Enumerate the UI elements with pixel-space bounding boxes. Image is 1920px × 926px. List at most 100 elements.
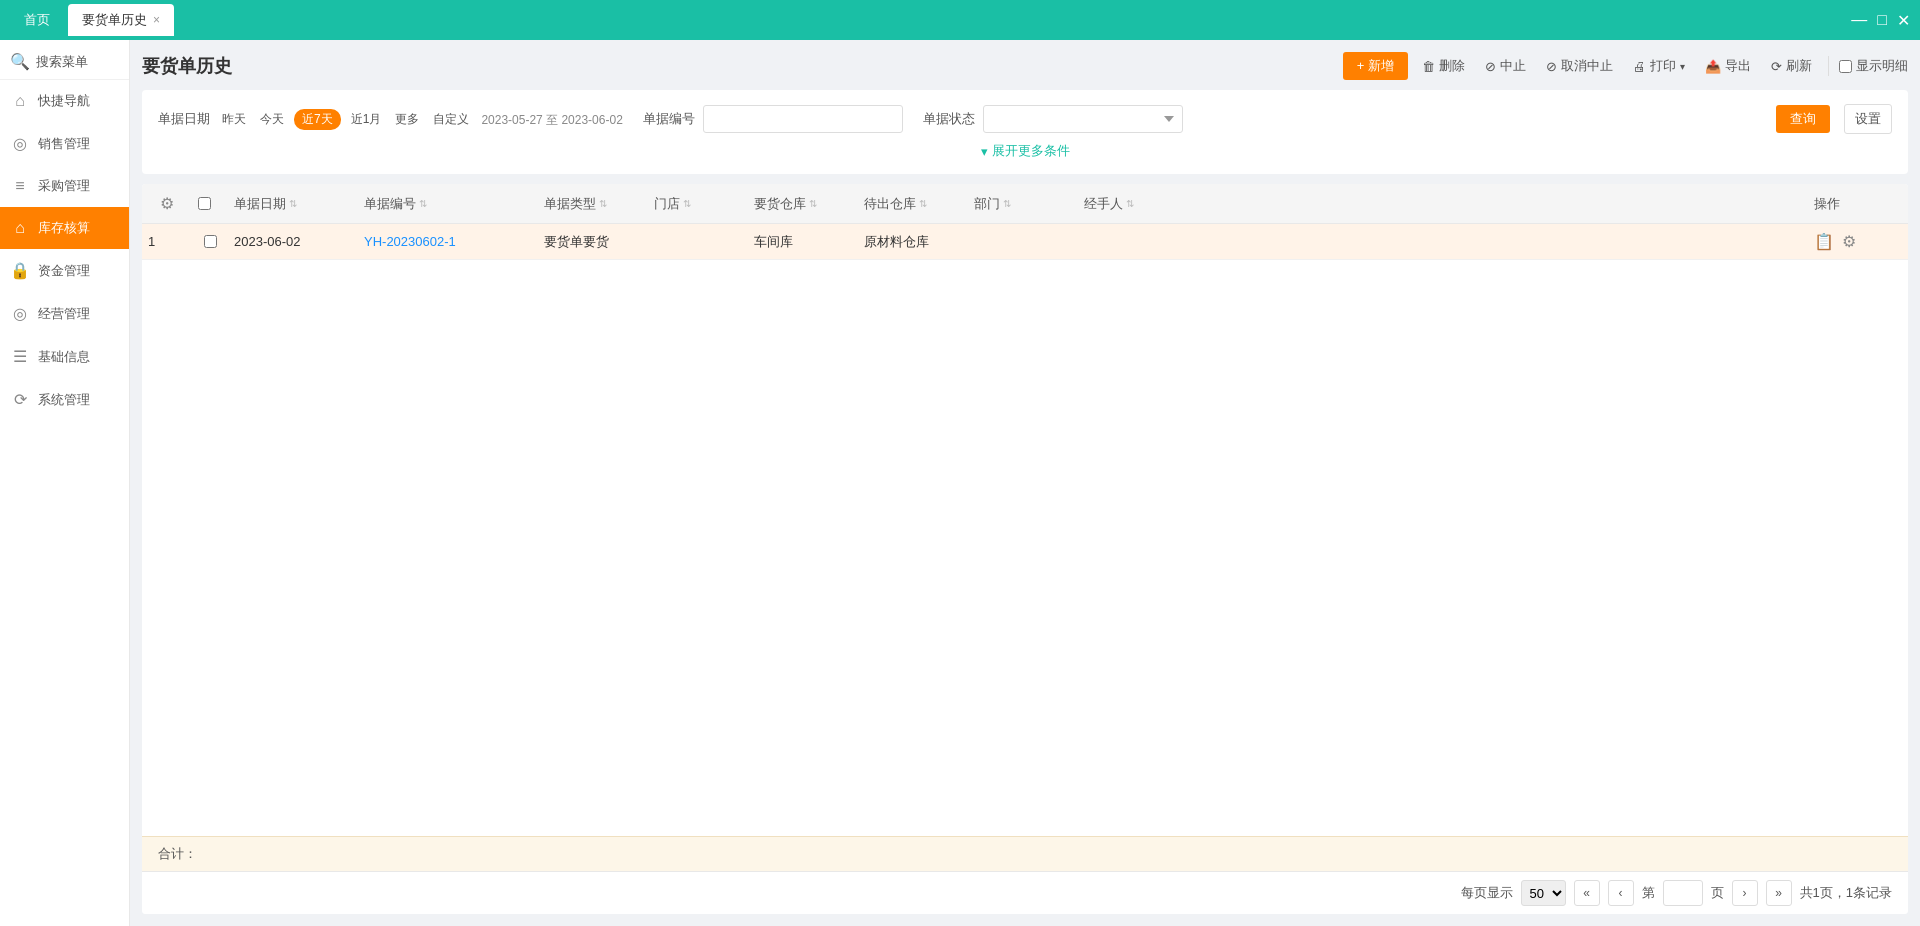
date-btn-1month[interactable]: 近1月 bbox=[347, 109, 386, 130]
th-pending-warehouse[interactable]: 待出仓库 ⇅ bbox=[858, 187, 968, 221]
sidebar-search-label: 搜索菜单 bbox=[36, 53, 88, 71]
more-icon[interactable]: ⚙ bbox=[1842, 232, 1856, 251]
system-icon: ⟳ bbox=[10, 390, 30, 409]
th-handler[interactable]: 经手人 ⇅ bbox=[1078, 187, 1198, 221]
date-btn-7days[interactable]: 近7天 bbox=[294, 109, 341, 130]
table-header: ⚙ 单据日期 ⇅ 单据编号 ⇅ 单据类型 ⇅ 门店 ⇅ bbox=[142, 184, 1908, 224]
page-unit-label: 页 bbox=[1711, 884, 1724, 902]
sidebar-search[interactable]: 🔍 搜索菜单 bbox=[0, 40, 129, 80]
summary-label: 合计： bbox=[158, 846, 197, 861]
td-action: 📋 ⚙ bbox=[1808, 226, 1908, 257]
sidebar-item-operation[interactable]: ◎ 经营管理 bbox=[0, 292, 129, 335]
sidebar-item-sales[interactable]: ◎ 销售管理 bbox=[0, 122, 129, 165]
first-page-btn[interactable]: « bbox=[1574, 880, 1600, 906]
th-empty bbox=[1198, 196, 1808, 212]
sort-icon: ⇅ bbox=[683, 198, 691, 209]
refresh-button[interactable]: ⟳ 刷新 bbox=[1765, 53, 1818, 79]
sidebar-item-label: 销售管理 bbox=[38, 135, 90, 153]
td-dept bbox=[968, 236, 1078, 248]
sidebar-item-label: 快捷导航 bbox=[38, 92, 90, 110]
table-panel: ⚙ 单据日期 ⇅ 单据编号 ⇅ 单据类型 ⇅ 门店 ⇅ bbox=[142, 184, 1908, 914]
status-select[interactable] bbox=[983, 105, 1183, 133]
show-detail-checkbox[interactable] bbox=[1839, 60, 1852, 73]
sidebar-item-label: 采购管理 bbox=[38, 177, 90, 195]
window-close-btn[interactable]: ✕ bbox=[1897, 11, 1910, 30]
date-range-display: 2023-05-27 至 2023-06-02 bbox=[481, 112, 622, 129]
sidebar: 🔍 搜索菜单 ⌂ 快捷导航 ◎ 销售管理 ≡ 采购管理 ⌂ 库存核算 🔒 资金管… bbox=[0, 40, 130, 926]
prev-page-btn[interactable]: ‹ bbox=[1608, 880, 1634, 906]
date-btn-yesterday[interactable]: 昨天 bbox=[218, 109, 250, 130]
search-icon: 🔍 bbox=[10, 52, 30, 71]
row-actions: 📋 ⚙ bbox=[1814, 232, 1856, 251]
stop-button[interactable]: ⊘ 中止 bbox=[1479, 53, 1532, 79]
td-no: YH-20230602-1 bbox=[358, 228, 538, 255]
sidebar-item-purchase[interactable]: ≡ 采购管理 bbox=[0, 165, 129, 207]
query-button[interactable]: 查询 bbox=[1776, 105, 1830, 133]
tab-close-icon[interactable]: × bbox=[153, 13, 160, 27]
window-minimize-btn[interactable]: — bbox=[1851, 11, 1867, 29]
order-no-label: 单据编号 bbox=[643, 110, 695, 128]
page-input[interactable]: 1 bbox=[1663, 880, 1703, 906]
page-title-bar: 要货单历史 + 新增 🗑 删除 ⊘ 中止 ⊘ 取消中止 🖨 打印 bbox=[142, 52, 1908, 80]
row-checkbox[interactable] bbox=[204, 235, 217, 248]
per-page-select[interactable]: 50 bbox=[1521, 880, 1566, 906]
select-all-checkbox[interactable] bbox=[198, 197, 211, 210]
td-date: 2023-06-02 bbox=[228, 228, 358, 255]
toolbar-divider bbox=[1828, 56, 1829, 76]
date-btn-custom[interactable]: 自定义 bbox=[429, 109, 473, 130]
stop-icon: ⊘ bbox=[1485, 59, 1496, 74]
sort-icon: ⇅ bbox=[419, 198, 427, 209]
toolbar: + 新增 🗑 删除 ⊘ 中止 ⊘ 取消中止 🖨 打印 ▾ bbox=[1343, 52, 1908, 80]
date-btn-today[interactable]: 今天 bbox=[256, 109, 288, 130]
th-date[interactable]: 单据日期 ⇅ bbox=[228, 187, 358, 221]
th-req-warehouse[interactable]: 要货仓库 ⇅ bbox=[748, 187, 858, 221]
order-no-input[interactable] bbox=[703, 105, 903, 133]
sidebar-item-label: 系统管理 bbox=[38, 391, 90, 409]
inventory-icon: ⌂ bbox=[10, 219, 30, 237]
edit-icon[interactable]: 📋 bbox=[1814, 232, 1834, 251]
cancel-stop-button[interactable]: ⊘ 取消中止 bbox=[1540, 53, 1619, 79]
show-detail-label: 显示明细 bbox=[1856, 57, 1908, 75]
sales-icon: ◎ bbox=[10, 134, 30, 153]
tab-order-history[interactable]: 要货单历史 × bbox=[68, 4, 174, 36]
th-no[interactable]: 单据编号 ⇅ bbox=[358, 187, 538, 221]
new-button[interactable]: + 新增 bbox=[1343, 52, 1408, 80]
next-page-btn[interactable]: › bbox=[1732, 880, 1758, 906]
td-empty bbox=[1198, 236, 1808, 248]
total-label: 共1页，1条记录 bbox=[1800, 884, 1892, 902]
sidebar-item-system[interactable]: ⟳ 系统管理 bbox=[0, 378, 129, 421]
date-btn-more[interactable]: 更多 bbox=[391, 109, 423, 130]
sort-icon: ⇅ bbox=[809, 198, 817, 209]
last-page-btn[interactable]: » bbox=[1766, 880, 1792, 906]
tab-home[interactable]: 首页 bbox=[10, 4, 64, 36]
sidebar-item-basic[interactable]: ☰ 基础信息 bbox=[0, 335, 129, 378]
settings-button[interactable]: 设置 bbox=[1844, 104, 1892, 134]
td-type: 要货单要货 bbox=[538, 227, 648, 257]
th-dept[interactable]: 部门 ⇅ bbox=[968, 187, 1078, 221]
sidebar-item-label: 资金管理 bbox=[38, 262, 90, 280]
per-page-label: 每页显示 bbox=[1461, 884, 1513, 902]
sidebar-item-quick-nav[interactable]: ⌂ 快捷导航 bbox=[0, 80, 129, 122]
th-store[interactable]: 门店 ⇅ bbox=[648, 187, 748, 221]
window-maximize-btn[interactable]: □ bbox=[1877, 11, 1887, 29]
order-no-link[interactable]: YH-20230602-1 bbox=[364, 234, 456, 249]
sort-icon: ⇅ bbox=[919, 198, 927, 209]
filter-panel: 单据日期 昨天 今天 近7天 近1月 更多 自定义 2023-05-27 至 2… bbox=[142, 90, 1908, 174]
basic-icon: ☰ bbox=[10, 347, 30, 366]
delete-button[interactable]: 🗑 删除 bbox=[1416, 53, 1471, 79]
td-handler bbox=[1078, 236, 1198, 248]
export-button[interactable]: 📤 导出 bbox=[1699, 53, 1757, 79]
content-area: 要货单历史 + 新增 🗑 删除 ⊘ 中止 ⊘ 取消中止 🖨 打印 bbox=[130, 40, 1920, 926]
sidebar-item-inventory[interactable]: ⌂ 库存核算 bbox=[0, 207, 129, 249]
sidebar-item-finance[interactable]: 🔒 资金管理 bbox=[0, 249, 129, 292]
th-gear[interactable]: ⚙ bbox=[142, 186, 192, 221]
expand-more-btn[interactable]: ▾ 展开更多条件 bbox=[981, 142, 1070, 160]
status-label: 单据状态 bbox=[923, 110, 975, 128]
top-bar: 首页 要货单历史 × — □ ✕ bbox=[0, 0, 1920, 40]
print-button[interactable]: 🖨 打印 ▾ bbox=[1627, 53, 1691, 79]
td-req-warehouse: 车间库 bbox=[748, 227, 858, 257]
th-type[interactable]: 单据类型 ⇅ bbox=[538, 187, 648, 221]
date-filter-item: 单据日期 昨天 今天 近7天 近1月 更多 自定义 2023-05-27 至 2… bbox=[158, 109, 623, 130]
table-footer: 合计： bbox=[142, 836, 1908, 871]
td-store bbox=[648, 236, 748, 248]
